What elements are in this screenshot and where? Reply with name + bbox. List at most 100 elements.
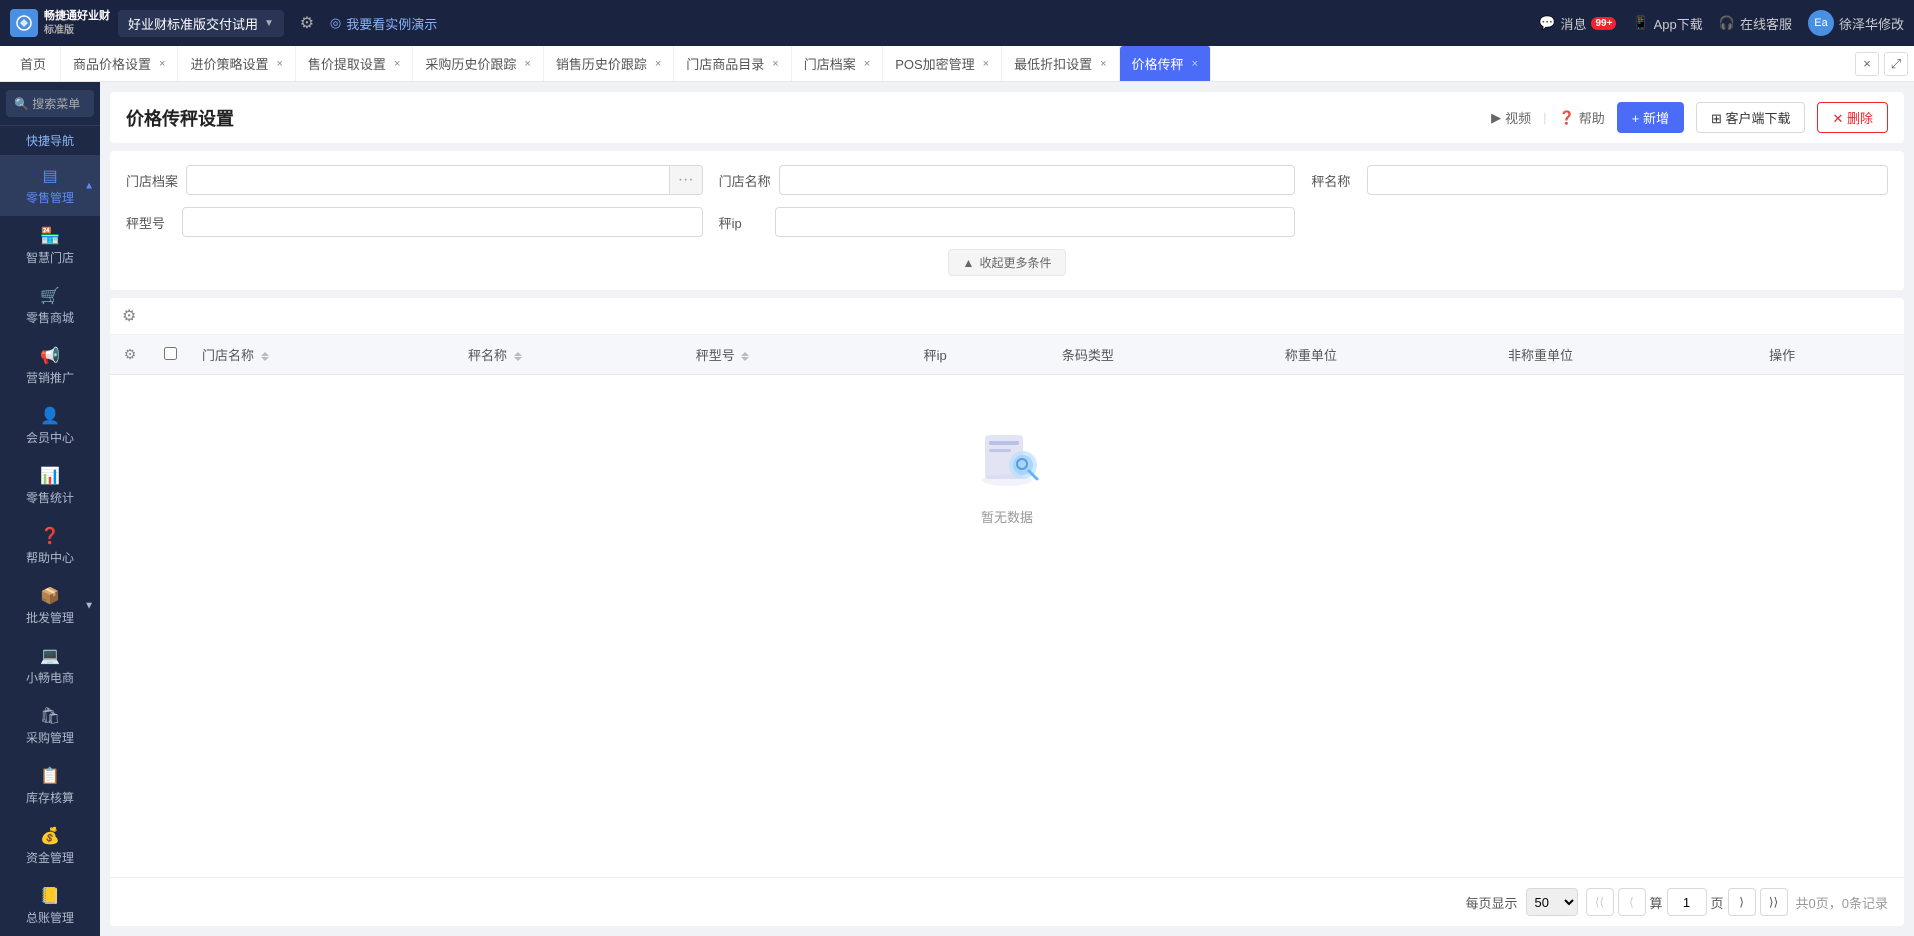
table-head: ⚙ 门店名称 秤: [110, 335, 1904, 375]
scale-model-input[interactable]: [182, 207, 703, 237]
tab-close-sale-history[interactable]: ×: [655, 58, 661, 70]
tab-sale-history[interactable]: 销售历史价跟踪 ×: [544, 46, 674, 82]
sort-scale-name-icon[interactable]: [514, 352, 522, 361]
sort-scale-model-icon[interactable]: [741, 352, 749, 361]
pagination: 每页显示 10 20 50 100 ⟨⟨ ⟨ 算 页 ⟩ ⟩⟩ 共0页，0条记录: [110, 877, 1904, 926]
per-page-select[interactable]: 10 20 50 100: [1526, 888, 1578, 916]
tab-close-purchase-strategy[interactable]: ×: [276, 58, 282, 70]
filter-store-name: 门店名称: [719, 165, 1296, 195]
close-tab-button[interactable]: ×: [1855, 52, 1879, 76]
inventory-icon: 📋: [40, 766, 60, 786]
add-button[interactable]: + 新增: [1617, 102, 1684, 133]
sidebar-item-retail-mall[interactable]: 🛒 零售商城: [0, 276, 100, 336]
tab-close-store-catalog[interactable]: ×: [772, 58, 778, 70]
scale-name-input[interactable]: [1367, 165, 1888, 195]
sidebar-item-smart-store[interactable]: 🏪 智慧门店: [0, 216, 100, 276]
tab-price-scale[interactable]: 价格传秤 ×: [1120, 46, 1211, 82]
retail-stats-icon: 📊: [40, 466, 60, 486]
page-content: 价格传秤设置 ▶ 视频 | ❓ 帮助 + 新增 ⊞ 客户端下载 ✕: [100, 82, 1914, 936]
first-page-button[interactable]: ⟨⟨: [1586, 888, 1614, 916]
sidebar-item-inventory[interactable]: 📋 库存核算: [0, 756, 100, 816]
store-file-input[interactable]: [187, 166, 669, 194]
tab-close-price-scale[interactable]: ×: [1192, 58, 1198, 70]
sidebar-item-purchase-mgmt[interactable]: 🛍 采购管理: [0, 696, 100, 756]
tab-purchase-strategy[interactable]: 进价策略设置 ×: [178, 46, 295, 82]
store-file-label: 门店档案: [126, 171, 178, 190]
edition-selector[interactable]: 好业财标准版交付试用 ▼: [118, 10, 284, 37]
sidebar-item-finance[interactable]: 💰 资金管理: [0, 816, 100, 876]
tab-store-file[interactable]: 门店档案 ×: [792, 46, 883, 82]
prev-page-button[interactable]: ⟨: [1618, 888, 1646, 916]
top-bar: 畅捷通好业财 标准版 好业财标准版交付试用 ▼ ⚙ ◎ 我要看实例演示 💬 消息…: [0, 0, 1914, 46]
table-settings-icon[interactable]: ⚙: [122, 306, 136, 326]
user-info[interactable]: Ea 徐泽华修改: [1808, 10, 1904, 36]
smart-store-icon: 🏪: [40, 226, 60, 246]
scale-ip-input[interactable]: [775, 207, 1296, 237]
tab-home[interactable]: 首页: [6, 46, 61, 82]
sidebar-item-marketing[interactable]: 📢 营销推广: [0, 336, 100, 396]
page-input[interactable]: [1667, 888, 1707, 916]
tabs-bar: 首页 商品价格设置 × 进价策略设置 × 售价提取设置 × 采购历史价跟踪 × …: [0, 46, 1914, 82]
th-action: 操作: [1757, 335, 1904, 375]
column-settings-icon[interactable]: ⚙: [124, 346, 137, 362]
select-all-checkbox[interactable]: [164, 347, 177, 360]
tab-close-sale-price[interactable]: ×: [394, 58, 400, 70]
th-checkbox: [150, 335, 190, 375]
store-file-dots-button[interactable]: ···: [669, 166, 702, 194]
tab-store-catalog[interactable]: 门店商品目录 ×: [674, 46, 791, 82]
tab-purchase-history[interactable]: 采购历史价跟踪 ×: [413, 46, 543, 82]
tab-min-discount[interactable]: 最低折扣设置 ×: [1002, 46, 1119, 82]
maximize-tab-button[interactable]: ⤢: [1884, 52, 1908, 76]
video-link[interactable]: ▶ 视频: [1491, 108, 1531, 127]
messages-badge: 99+: [1591, 17, 1616, 30]
sidebar-item-mini-ecom[interactable]: 💻 小畅电商: [0, 636, 100, 696]
demo-icon: ◎: [330, 15, 341, 31]
purchase-mgmt-icon: 🛍: [40, 706, 60, 726]
empty-state: 暂无数据: [110, 375, 1904, 566]
tab-close-purchase-history[interactable]: ×: [524, 58, 530, 70]
help-icon: ❓: [1559, 110, 1575, 126]
finance-icon: 💰: [40, 826, 60, 846]
messages-button[interactable]: 💬 消息 99+: [1539, 14, 1616, 33]
online-service-button[interactable]: 🎧 在线客服: [1719, 14, 1792, 33]
tab-pos-mgmt[interactable]: POS加密管理 ×: [883, 46, 1002, 82]
edition-settings-button[interactable]: ⚙: [292, 8, 322, 38]
tab-close-pos-mgmt[interactable]: ×: [983, 58, 989, 70]
collapse-filter-button[interactable]: ▲ 收起更多条件: [948, 249, 1067, 276]
tab-sale-price[interactable]: 售价提取设置 ×: [296, 46, 413, 82]
video-icon: ▶: [1491, 110, 1501, 126]
sidebar-item-retail-mgmt[interactable]: ▤ 零售管理 ▲: [0, 156, 100, 216]
help-link[interactable]: ❓ 帮助: [1559, 108, 1605, 127]
edition-caret-icon: ▼: [264, 18, 274, 29]
demo-link[interactable]: ◎ 我要看实例演示: [330, 14, 437, 33]
sidebar-search-button[interactable]: 🔍 搜索菜单: [6, 90, 94, 117]
sidebar-item-general-ledger[interactable]: 📒 总账管理: [0, 876, 100, 936]
retail-mall-icon: 🛒: [40, 286, 60, 306]
app-download-icon: 📱: [1632, 15, 1648, 31]
client-download-button[interactable]: ⊞ 客户端下载: [1696, 102, 1806, 133]
tab-close-commodity-price[interactable]: ×: [159, 58, 165, 70]
scale-name-label: 秤名称: [1311, 171, 1359, 190]
empty-state-icon: [967, 415, 1047, 495]
filter-row-2: 秤型号 秤ip: [126, 207, 1888, 237]
delete-button[interactable]: ✕ 删除: [1817, 102, 1888, 133]
th-barcode-type: 条码类型: [1050, 335, 1273, 375]
tab-commodity-price[interactable]: 商品价格设置 ×: [61, 46, 178, 82]
next-page-button[interactable]: ⟩: [1728, 888, 1756, 916]
tab-close-min-discount[interactable]: ×: [1100, 58, 1106, 70]
sidebar-quick-nav[interactable]: 快捷导航: [0, 126, 100, 156]
table-toolbar: ⚙: [110, 298, 1904, 335]
member-center-icon: 👤: [40, 406, 60, 426]
sidebar-item-wholesale-mgmt[interactable]: 📦 批发管理 ▼: [0, 576, 100, 636]
sidebar-item-retail-stats[interactable]: 📊 零售统计: [0, 456, 100, 516]
sidebar-item-help-center[interactable]: ❓ 帮助中心: [0, 516, 100, 576]
sort-store-name-icon[interactable]: [261, 352, 269, 361]
th-settings: ⚙: [110, 335, 150, 375]
app-download-button[interactable]: 📱 App下载: [1632, 14, 1702, 33]
sidebar-item-member-center[interactable]: 👤 会员中心: [0, 396, 100, 456]
tab-close-store-file[interactable]: ×: [864, 58, 870, 70]
filter-row-1: 门店档案 ··· 门店名称 秤名称: [126, 165, 1888, 195]
tabs-controls: × ⤢: [1855, 52, 1908, 76]
last-page-button[interactable]: ⟩⟩: [1760, 888, 1788, 916]
store-name-input[interactable]: [779, 165, 1296, 195]
